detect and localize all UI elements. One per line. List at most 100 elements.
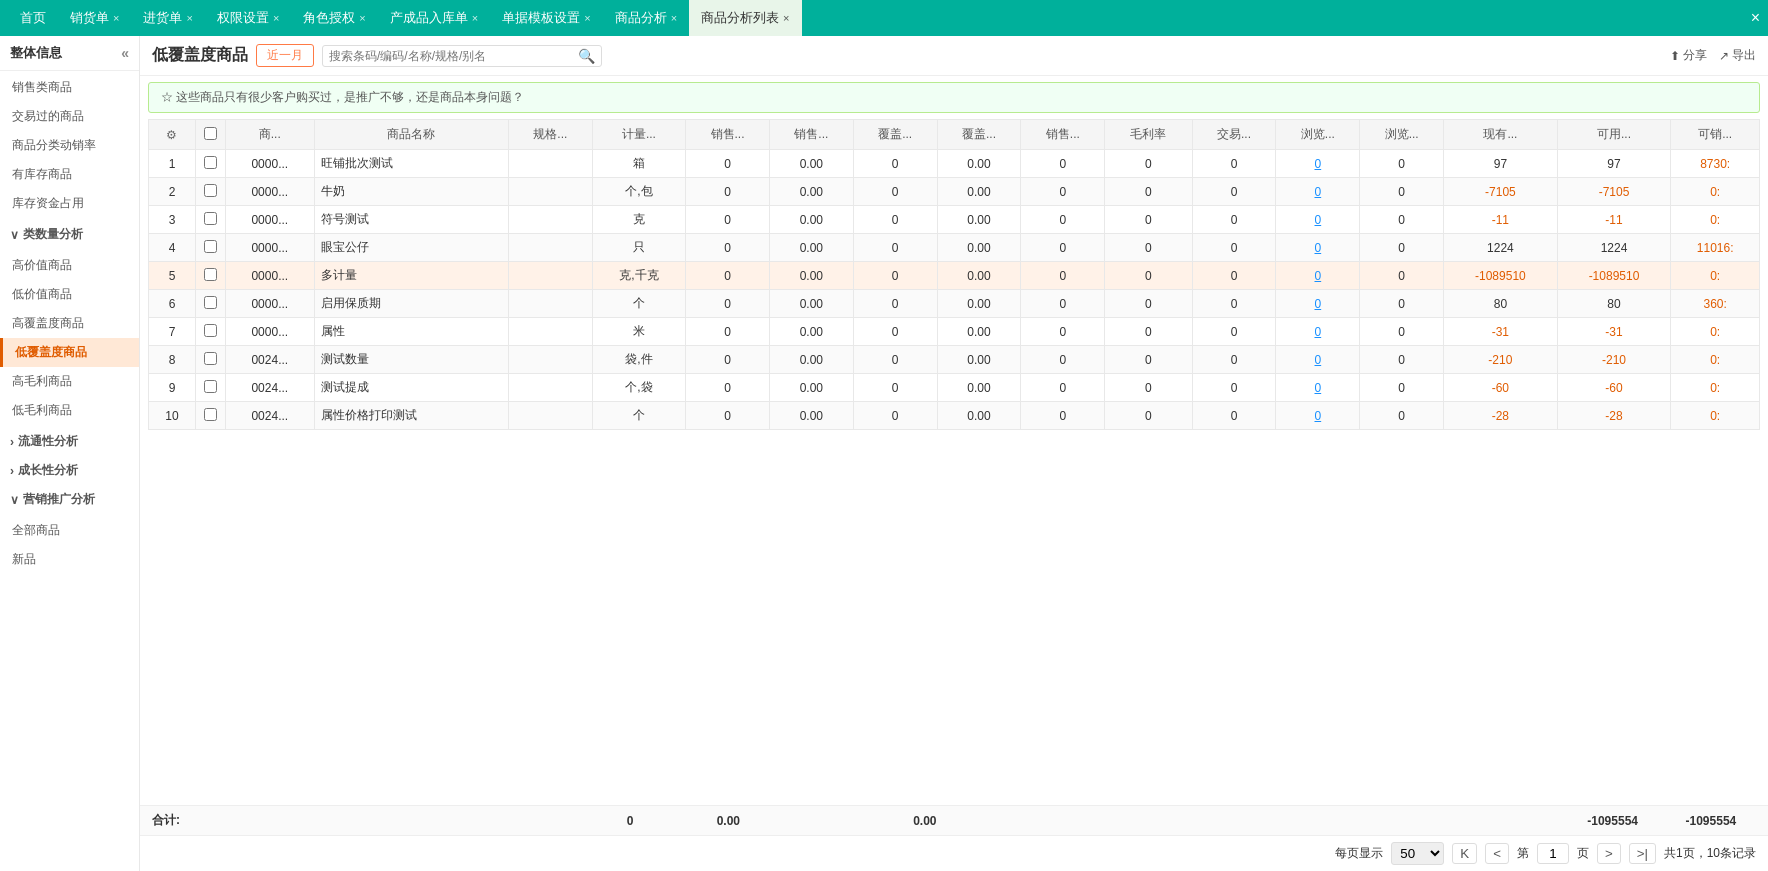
nav-tab-sales[interactable]: 销货单 ×: [58, 0, 131, 36]
row-browse1[interactable]: 0: [1276, 318, 1360, 346]
row-no: 5: [149, 262, 196, 290]
prev-page-button[interactable]: <: [1485, 843, 1509, 864]
close-icon[interactable]: ×: [359, 12, 365, 24]
nav-tab-purchase[interactable]: 进货单 ×: [131, 0, 204, 36]
row-no: 2: [149, 178, 196, 206]
row-checkbox[interactable]: [195, 150, 225, 178]
sidebar-item-sales-goods[interactable]: 销售类商品: [0, 73, 139, 102]
export-button[interactable]: ↗ 导出: [1719, 47, 1756, 64]
row-checkbox[interactable]: [195, 402, 225, 430]
row-stock1: 97: [1444, 150, 1558, 178]
col-settings[interactable]: ⚙: [149, 120, 196, 150]
col-unit[interactable]: 计量...: [592, 120, 685, 150]
page-number-input[interactable]: [1537, 843, 1569, 864]
row-sales-qty: 0: [686, 402, 770, 430]
select-all-checkbox[interactable]: [204, 127, 217, 140]
col-checkbox-all[interactable]: [195, 120, 225, 150]
col-margin[interactable]: 毛利率: [1105, 120, 1192, 150]
col-stock2[interactable]: 可用...: [1557, 120, 1671, 150]
row-browse1[interactable]: 0: [1276, 234, 1360, 262]
share-button[interactable]: ⬆ 分享: [1670, 47, 1707, 64]
row-browse1[interactable]: 0: [1276, 178, 1360, 206]
row-code: 0000...: [225, 290, 314, 318]
col-trade[interactable]: 交易...: [1192, 120, 1276, 150]
row-checkbox[interactable]: [195, 290, 225, 318]
close-icon[interactable]: ×: [783, 12, 789, 24]
nav-tab-analysis[interactable]: 商品分析 ×: [603, 0, 689, 36]
row-browse1[interactable]: 0: [1276, 290, 1360, 318]
sidebar-item-traded-goods[interactable]: 交易过的商品: [0, 102, 139, 131]
sidebar-group-flow-analysis[interactable]: › 流通性分析: [0, 427, 139, 456]
table-wrapper: ⚙ 商... 商品名称 规格... 计量... 销售... 销售... 覆盖..…: [140, 119, 1768, 805]
nav-tab-roles[interactable]: 角色授权 ×: [291, 0, 377, 36]
page-label: 第: [1517, 845, 1529, 862]
row-checkbox[interactable]: [195, 318, 225, 346]
col-name[interactable]: 商品名称: [314, 120, 508, 150]
close-icon[interactable]: ×: [113, 12, 119, 24]
sidebar-group-growth-analysis[interactable]: › 成长性分析: [0, 456, 139, 485]
sidebar-item-high-margin[interactable]: 高毛利商品: [0, 367, 139, 396]
row-checkbox[interactable]: [195, 234, 225, 262]
next-page-button[interactable]: >: [1597, 843, 1621, 864]
col-code[interactable]: 商...: [225, 120, 314, 150]
page-size-select[interactable]: 50 100 200: [1391, 842, 1444, 865]
sidebar-item-all-goods[interactable]: 全部商品: [0, 516, 139, 545]
col-browse1[interactable]: 浏览...: [1276, 120, 1360, 150]
col-sales3[interactable]: 销售...: [1021, 120, 1105, 150]
col-browse2[interactable]: 浏览...: [1360, 120, 1444, 150]
sidebar-item-high-value[interactable]: 高价值商品: [0, 251, 139, 280]
col-spec[interactable]: 规格...: [508, 120, 592, 150]
table-row: 3 0000... 符号测试 克 0 0.00 0 0.00 0 0 0 0 0…: [149, 206, 1760, 234]
nav-tab-products[interactable]: 产成品入库单 ×: [378, 0, 490, 36]
nav-tab-permissions[interactable]: 权限设置 ×: [205, 0, 291, 36]
col-cover2[interactable]: 覆盖...: [937, 120, 1021, 150]
col-cover1[interactable]: 覆盖...: [853, 120, 937, 150]
close-all-button[interactable]: ×: [1751, 9, 1760, 27]
nav-tab-analysis-list[interactable]: 商品分析列表 ×: [689, 0, 801, 36]
nav-tab-home[interactable]: 首页: [8, 0, 58, 36]
row-checkbox[interactable]: [195, 178, 225, 206]
sidebar-group-quantity-analysis[interactable]: ∨ 类数量分析: [0, 220, 139, 249]
page-size-label: 每页显示: [1335, 845, 1383, 862]
col-sales-qty[interactable]: 销售...: [686, 120, 770, 150]
time-filter-button[interactable]: 近一月: [256, 44, 314, 67]
row-browse1[interactable]: 0: [1276, 150, 1360, 178]
row-checkbox[interactable]: [195, 374, 225, 402]
close-icon[interactable]: ×: [584, 12, 590, 24]
sidebar-collapse-button[interactable]: «: [121, 45, 129, 61]
row-sales-qty: 0: [686, 234, 770, 262]
row-checkbox[interactable]: [195, 262, 225, 290]
col-stock3[interactable]: 可销...: [1671, 120, 1760, 150]
sidebar-item-in-stock[interactable]: 有库存商品: [0, 160, 139, 189]
row-browse1[interactable]: 0: [1276, 402, 1360, 430]
sidebar-item-high-coverage[interactable]: 高覆盖度商品: [0, 309, 139, 338]
row-browse1[interactable]: 0: [1276, 206, 1360, 234]
col-sales-amt[interactable]: 销售...: [769, 120, 853, 150]
sidebar-item-category-rate[interactable]: 商品分类动销率: [0, 131, 139, 160]
row-checkbox[interactable]: [195, 346, 225, 374]
close-icon[interactable]: ×: [273, 12, 279, 24]
row-browse1[interactable]: 0: [1276, 346, 1360, 374]
sidebar-item-low-value[interactable]: 低价值商品: [0, 280, 139, 309]
close-icon[interactable]: ×: [472, 12, 478, 24]
row-browse1[interactable]: 0: [1276, 374, 1360, 402]
sidebar-item-stock-capital[interactable]: 库存资金占用: [0, 189, 139, 218]
row-checkbox[interactable]: [195, 206, 225, 234]
first-page-button[interactable]: K: [1452, 843, 1477, 864]
row-sales3: 0: [1021, 318, 1105, 346]
col-stock1[interactable]: 现有...: [1444, 120, 1558, 150]
close-icon[interactable]: ×: [671, 12, 677, 24]
search-input[interactable]: [329, 49, 578, 63]
sidebar-group-marketing-analysis[interactable]: ∨ 营销推广分析: [0, 485, 139, 514]
close-icon[interactable]: ×: [186, 12, 192, 24]
nav-tab-templates[interactable]: 单据模板设置 ×: [490, 0, 602, 36]
sidebar-item-low-coverage[interactable]: 低覆盖度商品: [0, 338, 139, 367]
pagination: 每页显示 50 100 200 K < 第 页 > >| 共1页，10条记录: [140, 835, 1768, 871]
row-name: 牛奶: [314, 178, 508, 206]
settings-icon[interactable]: ⚙: [166, 128, 177, 142]
row-unit: 袋,件: [592, 346, 685, 374]
row-browse1[interactable]: 0: [1276, 262, 1360, 290]
sidebar-item-low-margin[interactable]: 低毛利商品: [0, 396, 139, 425]
last-page-button[interactable]: >|: [1629, 843, 1656, 864]
sidebar-item-new-goods[interactable]: 新品: [0, 545, 139, 574]
